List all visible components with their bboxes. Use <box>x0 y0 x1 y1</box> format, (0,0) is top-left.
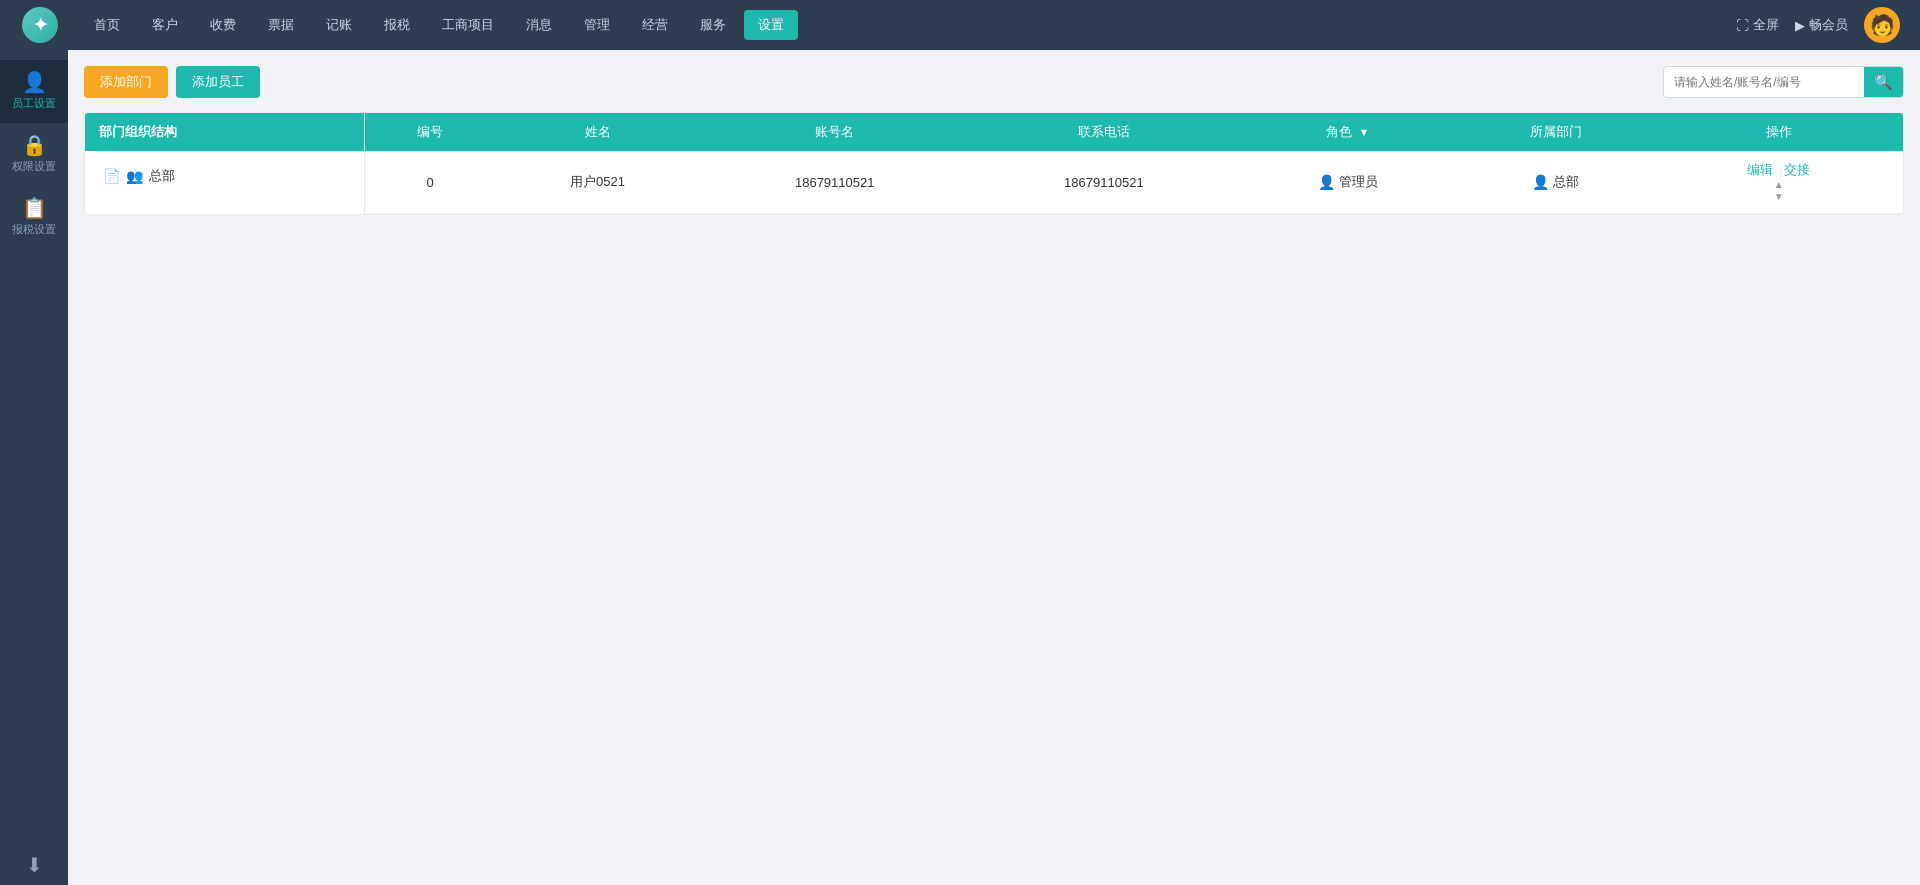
nav-item-home[interactable]: 首页 <box>80 10 134 40</box>
transfer-link[interactable]: 交接 <box>1784 162 1810 177</box>
nav-item-accounting[interactable]: 记账 <box>312 10 366 40</box>
nav-item-operation[interactable]: 经营 <box>628 10 682 40</box>
nav-item-tax[interactable]: 报税 <box>370 10 424 40</box>
user-avatar[interactable]: 🧑 <box>1864 7 1900 43</box>
nav-item-settings[interactable]: 设置 <box>744 10 798 40</box>
cell-dept: 👤 总部 <box>1457 151 1655 214</box>
table-panel: 编号 姓名 账号名 联系电话 角色 ▼ 所属部门 操作 <box>365 113 1903 214</box>
dept-badge: 👤 总部 <box>1532 173 1579 191</box>
toolbar: 添加部门 添加员工 🔍 <box>84 66 1904 98</box>
sidebar: 👤 员工设置 🔒 权限设置 📋 报税设置 ⬇ <box>0 50 68 885</box>
vip-icon: ▶ <box>1795 18 1805 33</box>
table-header-row: 编号 姓名 账号名 联系电话 角色 ▼ 所属部门 操作 <box>365 113 1903 151</box>
search-input[interactable] <box>1664 69 1864 95</box>
top-navigation: ✦ 首页 客户 收费 票据 记账 报税 工商项目 消息 管理 经营 服务 设置 … <box>0 0 1920 50</box>
dept-panel: 部门组织结构 📄 👥 总部 <box>85 113 365 214</box>
vip-label: 畅会员 <box>1809 16 1848 34</box>
cell-role: 👤 管理员 <box>1238 151 1456 214</box>
nav-item-bill[interactable]: 票据 <box>254 10 308 40</box>
cell-id: 0 <box>365 151 495 214</box>
col-header-id: 编号 <box>365 113 495 151</box>
cell-account: 18679110521 <box>700 151 969 214</box>
dept-node-headquarters[interactable]: 📄 👥 总部 <box>95 161 354 191</box>
content-wrapper: 部门组织结构 📄 👥 总部 编号 姓名 账号名 <box>84 112 1904 215</box>
fullscreen-icon: ⛶ <box>1736 18 1749 33</box>
col-header-name: 姓名 <box>495 113 700 151</box>
col-header-dept: 所属部门 <box>1457 113 1655 151</box>
search-icon: 🔍 <box>1874 73 1893 91</box>
sidebar-label-permission: 权限设置 <box>12 159 56 174</box>
edit-link[interactable]: 编辑 <box>1747 162 1773 177</box>
download-icon: ⬇ <box>26 855 43 875</box>
scroll-arrows[interactable]: ▲ ▼ <box>1666 179 1891 203</box>
nav-item-customer[interactable]: 客户 <box>138 10 192 40</box>
employee-table: 编号 姓名 账号名 联系电话 角色 ▼ 所属部门 操作 <box>365 113 1903 214</box>
dept-panel-header: 部门组织结构 <box>85 113 364 151</box>
col-role-label: 角色 <box>1326 124 1352 139</box>
col-header-phone: 联系电话 <box>969 113 1238 151</box>
main-content: 添加部门 添加员工 🔍 部门组织结构 📄 👥 总部 <box>68 50 1920 885</box>
vip-button[interactable]: ▶ 畅会员 <box>1795 16 1848 34</box>
tax-settings-icon: 📋 <box>22 198 47 218</box>
fullscreen-button[interactable]: ⛶ 全屏 <box>1736 16 1779 34</box>
sidebar-item-employee[interactable]: 👤 员工设置 <box>0 60 68 123</box>
add-employee-button[interactable]: 添加员工 <box>176 66 260 98</box>
nav-item-service[interactable]: 服务 <box>686 10 740 40</box>
dept-tree: 📄 👥 总部 <box>85 151 364 201</box>
col-header-account: 账号名 <box>700 113 969 151</box>
sidebar-label-tax: 报税设置 <box>12 222 56 237</box>
nav-item-manage[interactable]: 管理 <box>570 10 624 40</box>
dept-person-icon: 👤 <box>1532 174 1549 190</box>
scroll-down-arrow[interactable]: ▼ <box>1774 191 1784 203</box>
dept-person-icon: 👥 <box>126 168 143 184</box>
dept-file-icon: 📄 <box>103 168 120 184</box>
nav-item-message[interactable]: 消息 <box>512 10 566 40</box>
logo-area: ✦ <box>10 7 70 43</box>
cell-name: 用户0521 <box>495 151 700 214</box>
sidebar-item-permission[interactable]: 🔒 权限设置 <box>0 123 68 186</box>
sidebar-item-download[interactable]: ⬇ <box>0 843 68 885</box>
nav-item-fee[interactable]: 收费 <box>196 10 250 40</box>
nav-item-business[interactable]: 工商项目 <box>428 10 508 40</box>
role-icon: 👤 <box>1318 174 1335 190</box>
fullscreen-label: 全屏 <box>1753 16 1779 34</box>
filter-icon: ▼ <box>1358 126 1369 138</box>
logo-icon: ✦ <box>22 7 58 43</box>
sidebar-item-tax-settings[interactable]: 📋 报税设置 <box>0 186 68 249</box>
dept-node-label: 总部 <box>149 167 175 185</box>
col-header-role[interactable]: 角色 ▼ <box>1238 113 1456 151</box>
search-button[interactable]: 🔍 <box>1864 67 1903 97</box>
app-body: 👤 员工设置 🔒 权限设置 📋 报税设置 ⬇ 添加部门 添加员工 🔍 <box>0 50 1920 885</box>
sidebar-label-employee: 员工设置 <box>12 96 56 111</box>
nav-right: ⛶ 全屏 ▶ 畅会员 🧑 <box>1736 7 1900 43</box>
col-header-actions: 操作 <box>1654 113 1903 151</box>
role-badge: 👤 管理员 <box>1318 173 1378 191</box>
role-label: 管理员 <box>1339 173 1378 191</box>
table-row: 0 用户0521 18679110521 18679110521 👤 管理员 <box>365 151 1903 214</box>
search-box: 🔍 <box>1663 66 1904 98</box>
nav-menu: 首页 客户 收费 票据 记账 报税 工商项目 消息 管理 经营 服务 设置 <box>80 10 1736 40</box>
scroll-up-arrow[interactable]: ▲ <box>1774 179 1784 191</box>
dept-label: 总部 <box>1553 173 1579 191</box>
employee-icon: 👤 <box>22 72 47 92</box>
permission-icon: 🔒 <box>22 135 47 155</box>
cell-phone: 18679110521 <box>969 151 1238 214</box>
add-dept-button[interactable]: 添加部门 <box>84 66 168 98</box>
cell-actions: 编辑 交接 ▲ ▼ <box>1654 151 1903 214</box>
